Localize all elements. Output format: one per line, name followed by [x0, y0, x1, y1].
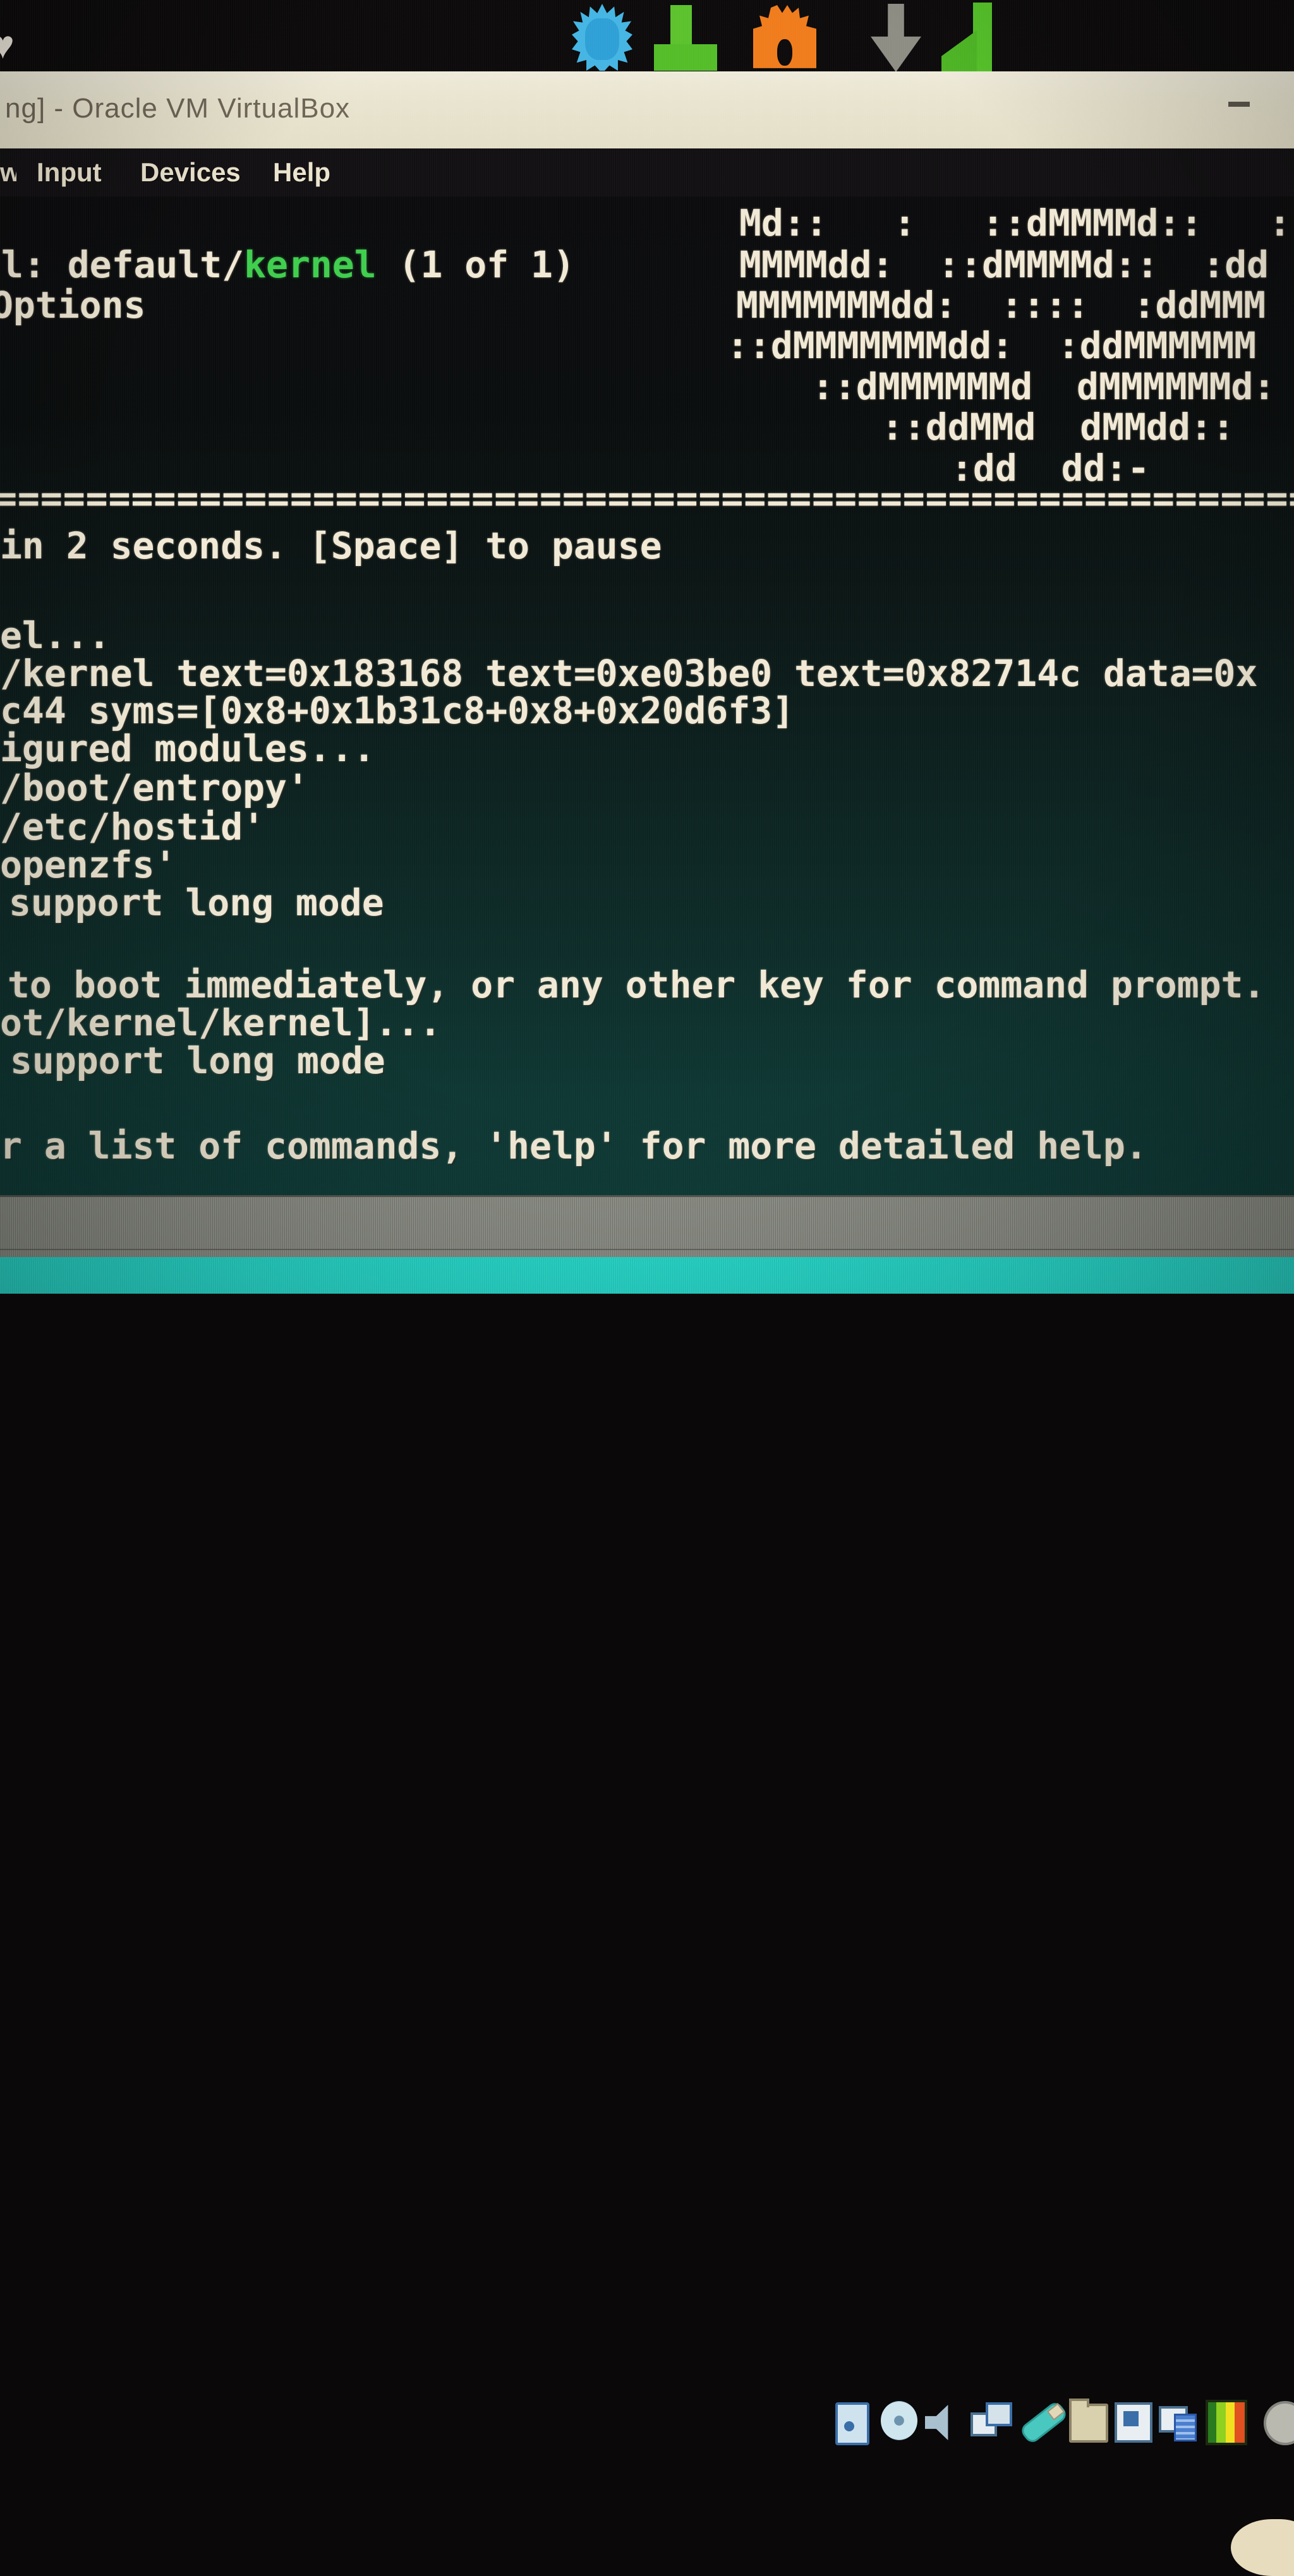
boot-line: /etc/hostid' — [0, 805, 265, 848]
gray-download-icon[interactable] — [871, 4, 921, 72]
bezel-sticker — [1231, 2519, 1294, 2576]
boot-line: /boot/entropy' — [0, 766, 309, 809]
vbox-status-bar — [0, 1195, 1294, 2446]
ascii-art-line: Md:: : ::dMMMMd:: : — [739, 202, 1291, 244]
host-desktop-strip: ♥ — [0, 0, 1294, 73]
menu-item-help[interactable]: Help — [273, 157, 330, 188]
minimize-button[interactable] — [1228, 102, 1250, 107]
usb-status-icon[interactable] — [1019, 2399, 1069, 2446]
ascii-art-line: MMMMdd: ::dMMMMd:: :dd — [739, 243, 1269, 286]
menu-item-input[interactable]: Input — [37, 157, 102, 188]
session-status-icon[interactable] — [1159, 2401, 1197, 2441]
display-status-icon[interactable] — [1115, 2402, 1152, 2443]
boot-line: igured modules... — [0, 727, 375, 770]
kernel-name: kernel — [244, 243, 377, 286]
boot-line: c44 syms=[0x8+0x1b31c8+0x8+0x20d6f3] — [0, 689, 795, 732]
options-line: Options — [0, 284, 146, 327]
kernel-line-suffix: (1 of 1) — [376, 243, 575, 286]
ascii-art-line: ::dMMMMMMd dMMMMMMd: — [812, 365, 1276, 408]
menu-item-partial[interactable]: w — [0, 157, 16, 188]
mouse-status-icon[interactable] — [1264, 2401, 1294, 2445]
boot-line: r a list of commands, 'help' for more de… — [0, 1124, 1147, 1167]
kernel-select-line: l: default/kernel (1 of 1) — [1, 245, 575, 284]
boot-line: /kernel text=0x183168 text=0xe03be0 text… — [0, 652, 1258, 695]
green-block-icon[interactable] — [654, 5, 717, 71]
boot-line: support long mode — [9, 881, 384, 924]
window-title: ng] - Oracle VM VirtualBox — [5, 93, 351, 124]
window-titlebar[interactable]: ng] - Oracle VM VirtualBox — [0, 71, 1294, 148]
kernel-line-prefix: l: default/ — [1, 243, 245, 286]
recording-status-icon[interactable] — [1206, 2400, 1247, 2445]
ascii-art-line: MMMMMMMdd: :::: :ddMMM — [736, 284, 1266, 327]
green-corner-icon[interactable] — [941, 3, 992, 72]
menu-item-devices[interactable]: Devices — [140, 157, 241, 188]
orange-gear-icon[interactable] — [753, 5, 816, 68]
hdd-status-icon[interactable] — [835, 2402, 869, 2445]
boot-line: el... — [0, 614, 111, 657]
boot-line: openzfs' — [0, 843, 177, 886]
optical-disk-status-icon[interactable] — [881, 2401, 917, 2440]
menu-bar: w Input Devices Help — [0, 148, 1294, 196]
separator-line: ========================================… — [0, 477, 1294, 520]
ascii-art-line: ::ddMMd dMMdd:: — [881, 406, 1235, 448]
vm-display-terminal[interactable]: l: default/kernel (1 of 1) Options Md:: … — [0, 196, 1294, 1195]
heart-icon[interactable]: ♥ — [0, 26, 29, 65]
shared-folder-status-icon[interactable] — [1069, 2398, 1108, 2443]
ascii-art-line: ::dMMMMMMMdd: :ddMMMMMM — [727, 324, 1257, 367]
boot-line: support long mode — [10, 1039, 385, 1082]
boot-line: ot/kernel/kernel]... — [0, 1001, 442, 1044]
audio-status-icon[interactable] — [925, 2405, 948, 2440]
blue-burst-icon[interactable] — [572, 4, 632, 71]
displays-status-icon[interactable] — [970, 2402, 1012, 2440]
host-taskbar-band — [0, 1257, 1294, 2576]
boot-line: to boot immediately, or any other key fo… — [8, 963, 1266, 1006]
autoboot-line: in 2 seconds. [Space] to pause — [0, 524, 662, 567]
